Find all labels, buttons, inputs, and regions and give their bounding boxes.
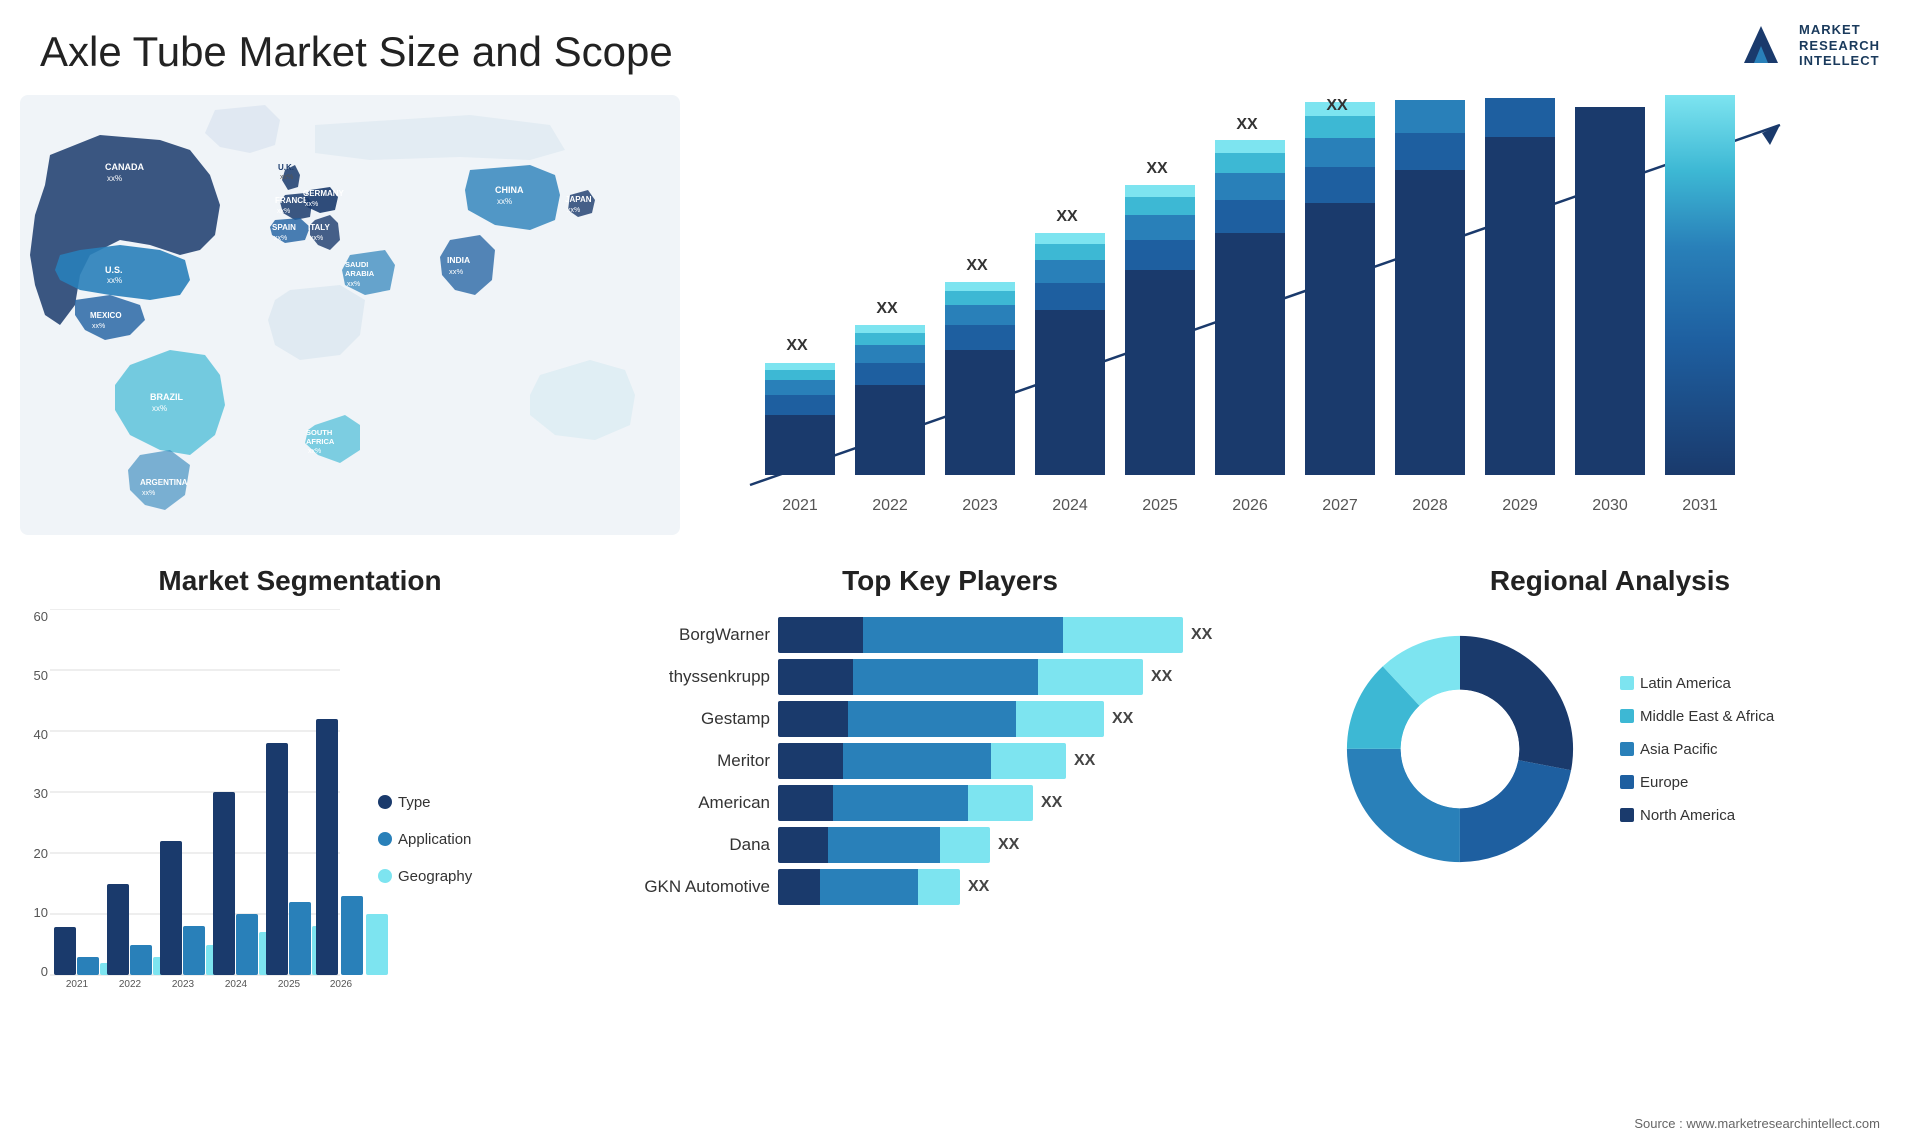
svg-text:JAPAN: JAPAN	[565, 195, 592, 204]
svg-text:xx%: xx%	[107, 276, 122, 285]
logo-icon	[1734, 18, 1789, 73]
svg-text:2030: 2030	[1592, 497, 1628, 514]
legend-europe: Europe	[1620, 774, 1774, 791]
legend-middle-east-africa: Middle East & Africa	[1620, 708, 1774, 725]
market-segmentation-section: Market Segmentation 0 10 20 30 40 50 60	[20, 565, 580, 1125]
svg-text:ARGENTINA: ARGENTINA	[140, 478, 188, 487]
svg-text:xx%: xx%	[142, 490, 155, 497]
svg-text:U.K.: U.K.	[278, 163, 294, 172]
svg-text:XX: XX	[1146, 160, 1168, 177]
svg-text:2026: 2026	[330, 979, 353, 989]
svg-text:ARABIA: ARABIA	[345, 269, 375, 278]
svg-text:2021: 2021	[66, 979, 89, 989]
regional-section: Regional Analysis Latin America Middle E…	[1320, 565, 1900, 1125]
svg-text:XX: XX	[786, 337, 808, 354]
logo-text: MARKET RESEARCH INTELLECT	[1799, 22, 1880, 69]
page-title: Axle Tube Market Size and Scope	[40, 28, 673, 76]
svg-text:XX: XX	[876, 300, 898, 317]
svg-text:CANADA: CANADA	[105, 162, 144, 172]
donut-container: Latin America Middle East & Africa Asia …	[1320, 609, 1900, 889]
svg-text:AFRICA: AFRICA	[306, 437, 335, 446]
svg-text:xx%: xx%	[280, 174, 293, 181]
svg-text:U.S.: U.S.	[105, 265, 123, 275]
player-thyssenkrupp: thyssenkrupp XX	[600, 659, 1300, 695]
svg-text:xx%: xx%	[92, 323, 105, 330]
svg-text:CHINA: CHINA	[495, 185, 524, 195]
donut-chart	[1320, 609, 1600, 889]
svg-text:2025: 2025	[278, 979, 301, 989]
svg-text:xx%: xx%	[567, 207, 580, 214]
growth-bar-chart: XX 2021 XX 2022 XX 2023 XX 2024 XX 2025	[700, 95, 1800, 515]
player-dana: Dana XX	[600, 827, 1300, 863]
legend-latin-america: Latin America	[1620, 675, 1774, 692]
svg-text:XX: XX	[1326, 97, 1348, 114]
svg-text:xx%: xx%	[277, 208, 290, 215]
svg-text:SPAIN: SPAIN	[272, 223, 296, 232]
svg-text:ITALY: ITALY	[308, 223, 330, 232]
svg-text:xx%: xx%	[305, 201, 318, 208]
svg-text:2024: 2024	[1052, 497, 1088, 514]
svg-text:2027: 2027	[1322, 497, 1358, 514]
svg-text:2023: 2023	[172, 979, 195, 989]
player-gestamp: Gestamp XX	[600, 701, 1300, 737]
svg-text:xx%: xx%	[308, 448, 321, 455]
regional-title: Regional Analysis	[1320, 565, 1900, 597]
player-american: American XX	[600, 785, 1300, 821]
key-players-section: Top Key Players BorgWarner XX thyssenkru…	[600, 565, 1300, 1125]
world-map: CANADA xx% U.S. xx% MEXICO xx% BRAZIL xx…	[20, 95, 680, 535]
legend-north-america: North America	[1620, 807, 1774, 824]
svg-text:BRAZIL: BRAZIL	[150, 392, 183, 402]
svg-text:xx%: xx%	[347, 281, 360, 288]
svg-text:2028: 2028	[1412, 497, 1448, 514]
svg-text:2029: 2029	[1502, 497, 1538, 514]
svg-text:INDIA: INDIA	[447, 255, 470, 265]
svg-text:XX: XX	[966, 257, 988, 274]
svg-text:xx%: xx%	[497, 197, 512, 206]
svg-text:xx%: xx%	[310, 235, 323, 242]
svg-text:2022: 2022	[872, 497, 908, 514]
player-gkn: GKN Automotive XX	[600, 869, 1300, 905]
svg-text:2024: 2024	[225, 979, 248, 989]
svg-text:MEXICO: MEXICO	[90, 311, 122, 320]
player-borgwarner: BorgWarner XX	[600, 617, 1300, 653]
legend-asia-pacific: Asia Pacific	[1620, 741, 1774, 758]
svg-text:GERMANY: GERMANY	[303, 189, 345, 198]
source-text: Source : www.marketresearchintellect.com	[1634, 1116, 1880, 1131]
svg-text:SOUTH: SOUTH	[306, 428, 332, 437]
svg-text:2026: 2026	[1232, 497, 1268, 514]
svg-text:2021: 2021	[782, 497, 818, 514]
svg-text:2025: 2025	[1142, 497, 1178, 514]
segmentation-chart: 2021 2022 2023 2024	[50, 609, 340, 989]
player-meritor: Meritor XX	[600, 743, 1300, 779]
svg-text:xx%: xx%	[274, 235, 287, 242]
svg-text:2023: 2023	[962, 497, 998, 514]
seg-2026: 2026	[314, 609, 394, 989]
map-section: CANADA xx% U.S. xx% MEXICO xx% BRAZIL xx…	[20, 95, 680, 535]
donut-legend: Latin America Middle East & Africa Asia …	[1620, 671, 1774, 828]
svg-text:SAUDI: SAUDI	[345, 260, 368, 269]
logo: MARKET RESEARCH INTELLECT	[1734, 18, 1880, 73]
bar-chart-section: XX 2021 XX 2022 XX 2023 XX 2024 XX 2025	[700, 95, 1880, 535]
svg-text:xx%: xx%	[449, 267, 464, 276]
svg-text:XX: XX	[1236, 116, 1258, 133]
svg-text:xx%: xx%	[107, 174, 122, 183]
svg-text:XX: XX	[1056, 208, 1078, 225]
key-players-title: Top Key Players	[600, 565, 1300, 597]
svg-text:2022: 2022	[119, 979, 142, 989]
market-seg-title: Market Segmentation	[20, 565, 580, 597]
svg-text:xx%: xx%	[152, 404, 167, 413]
svg-text:2031: 2031	[1682, 497, 1718, 514]
